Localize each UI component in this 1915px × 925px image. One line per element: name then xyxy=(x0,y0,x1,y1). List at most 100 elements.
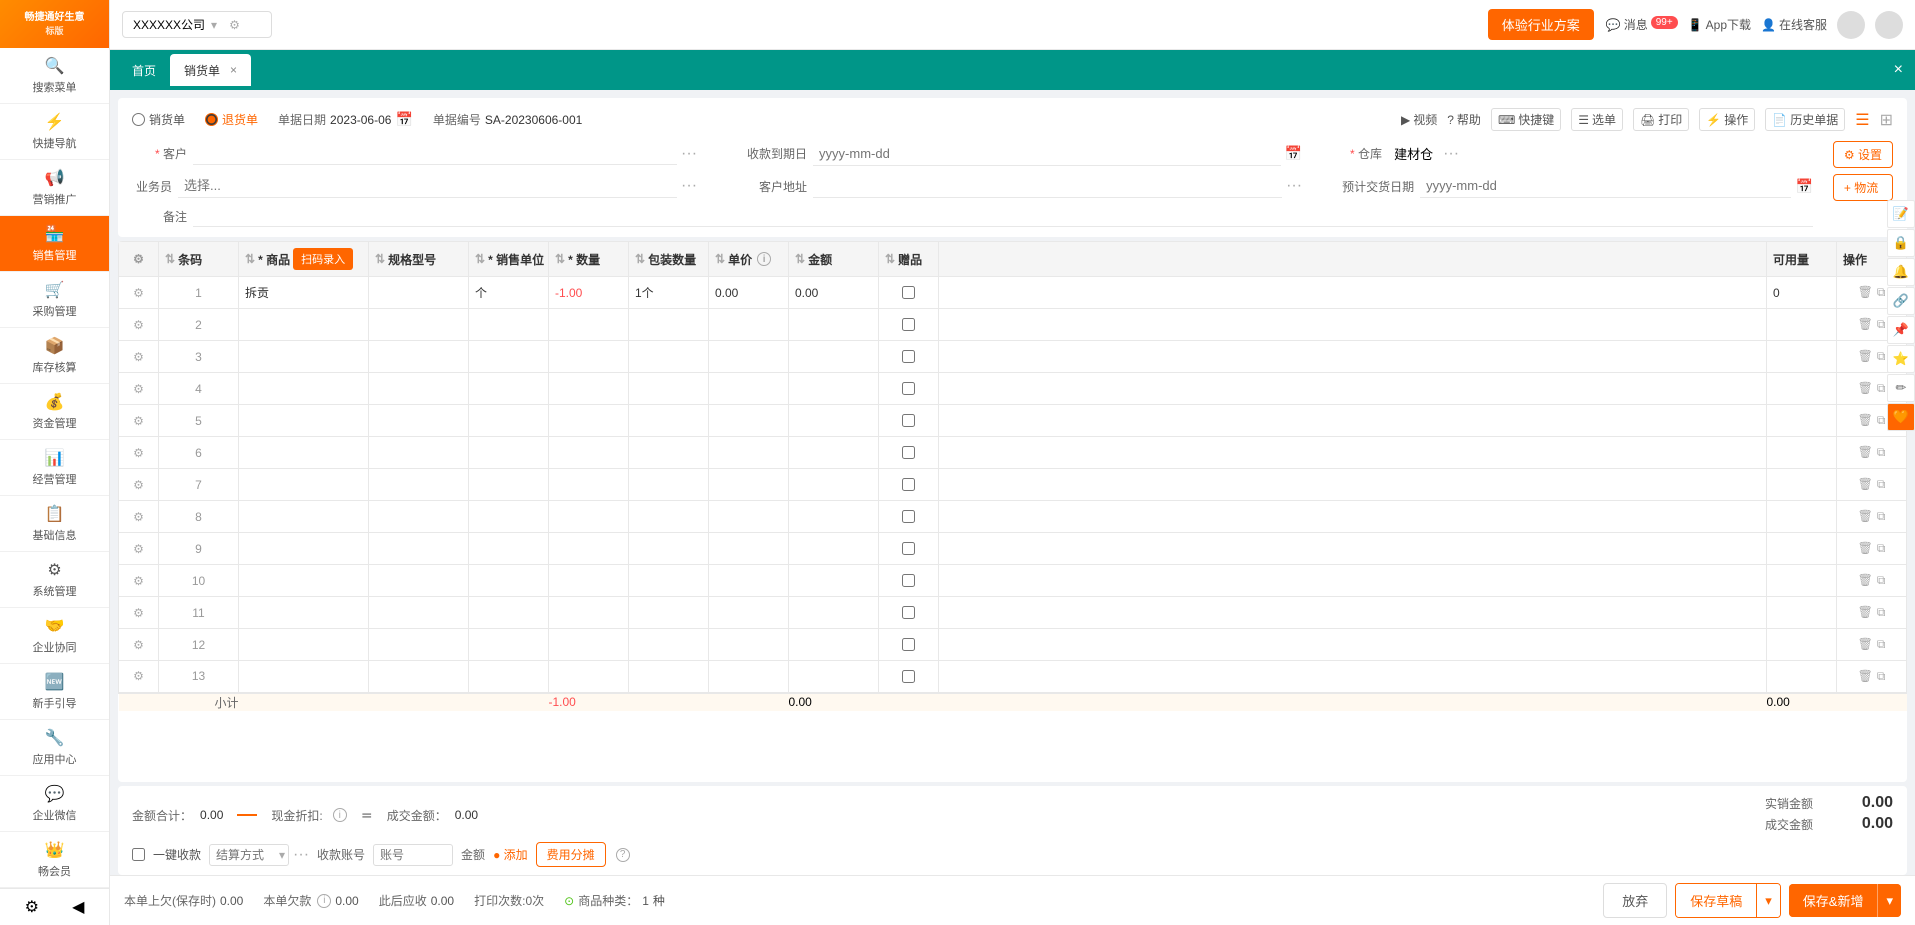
row-spec[interactable] xyxy=(369,341,469,373)
video-link[interactable]: ▶ 视频 xyxy=(1401,111,1437,128)
fee-info-icon[interactable]: ? xyxy=(616,848,630,862)
gift-checkbox[interactable] xyxy=(902,670,915,683)
row-unit[interactable] xyxy=(469,341,549,373)
payment-method-dropdown[interactable]: ▾ xyxy=(279,848,285,862)
row-delete-icon[interactable]: 🗑 xyxy=(1858,349,1873,364)
sidebar-settings-icon[interactable]: ⚙ xyxy=(25,897,39,917)
row-gift[interactable] xyxy=(879,597,939,629)
row-spec[interactable] xyxy=(369,597,469,629)
sidebar-item-inventory[interactable]: 📦库存核算 xyxy=(0,328,109,384)
row-amount[interactable] xyxy=(789,533,879,565)
operate-btn[interactable]: ⚡ 操作 xyxy=(1699,108,1755,131)
row-price[interactable] xyxy=(709,501,789,533)
row-qty[interactable] xyxy=(549,565,629,597)
row-copy-icon[interactable]: ⧉ xyxy=(1877,413,1886,428)
sidebar-item-operations[interactable]: 📊经营管理 xyxy=(0,440,109,496)
scan-button[interactable]: 扫码录入 xyxy=(293,248,353,270)
row-spec[interactable] xyxy=(369,405,469,437)
row-copy-icon[interactable]: ⧉ xyxy=(1877,445,1886,460)
row-remark[interactable] xyxy=(939,501,1767,533)
gift-checkbox[interactable] xyxy=(902,606,915,619)
float-item-3[interactable]: 🔔 xyxy=(1887,258,1915,286)
row-pkg[interactable] xyxy=(629,501,709,533)
row-qty[interactable] xyxy=(549,661,629,693)
row-product[interactable] xyxy=(239,597,369,629)
row-price[interactable] xyxy=(709,437,789,469)
tab-home[interactable]: 首页 xyxy=(118,54,170,86)
sidebar-item-wechat[interactable]: 💬企业微信 xyxy=(0,776,109,832)
message-link[interactable]: 💬 消息 99+ xyxy=(1606,16,1678,33)
shortcut-btn[interactable]: ⌨ 快捷键 xyxy=(1491,108,1561,131)
row-unit[interactable] xyxy=(469,629,549,661)
row-remark[interactable] xyxy=(939,629,1767,661)
row-product[interactable] xyxy=(239,373,369,405)
row-gift[interactable] xyxy=(879,373,939,405)
row-qty[interactable] xyxy=(549,629,629,661)
discount-info-icon[interactable]: i xyxy=(333,808,347,822)
price-info-icon[interactable]: i xyxy=(757,252,771,266)
delivery-date-input[interactable] xyxy=(1420,174,1791,198)
radio-sales-order[interactable]: 销货单 xyxy=(132,111,185,128)
row-pkg[interactable]: 1个 xyxy=(629,277,709,309)
sidebar-item-collab[interactable]: 🤝企业协同 xyxy=(0,608,109,664)
row-spec[interactable] xyxy=(369,309,469,341)
row-price[interactable] xyxy=(709,373,789,405)
row-product[interactable] xyxy=(239,533,369,565)
customer-input[interactable] xyxy=(193,143,677,165)
row-product[interactable] xyxy=(239,469,369,501)
row-amount[interactable] xyxy=(789,565,879,597)
history-btn[interactable]: 📄 历史单据 xyxy=(1765,108,1845,131)
customer-addr-input[interactable] xyxy=(813,174,1282,198)
customer-more-icon[interactable]: ··· xyxy=(681,145,697,163)
row-price[interactable] xyxy=(709,565,789,597)
row-remark[interactable] xyxy=(939,469,1767,501)
row-qty[interactable] xyxy=(549,437,629,469)
gift-checkbox[interactable] xyxy=(902,638,915,651)
row-unit[interactable] xyxy=(469,597,549,629)
row-remark[interactable] xyxy=(939,277,1767,309)
row-spec[interactable] xyxy=(369,469,469,501)
payment-cal-icon[interactable]: 📅 xyxy=(1285,145,1302,162)
row-product[interactable] xyxy=(239,629,369,661)
row-pkg[interactable] xyxy=(629,373,709,405)
row-copy-icon[interactable]: ⧉ xyxy=(1877,285,1886,300)
company-selector[interactable]: XXXXXX公司 ▾ ⚙ xyxy=(122,11,272,38)
row-gift[interactable] xyxy=(879,565,939,597)
row-price[interactable]: 0.00 xyxy=(709,277,789,309)
row-unit[interactable] xyxy=(469,533,549,565)
row-pkg[interactable] xyxy=(629,565,709,597)
sidebar-item-system[interactable]: ⚙系统管理 xyxy=(0,552,109,608)
user-avatar2[interactable] xyxy=(1875,11,1903,39)
sidebar-item-basics[interactable]: 📋基础信息 xyxy=(0,496,109,552)
discard-button[interactable]: 放弃 xyxy=(1603,883,1667,918)
save-draft-button[interactable]: 保存草稿 xyxy=(1676,884,1756,917)
row-remark[interactable] xyxy=(939,341,1767,373)
customer-addr-more-icon[interactable]: ··· xyxy=(1286,177,1302,195)
row-gift[interactable] xyxy=(879,501,939,533)
gift-checkbox[interactable] xyxy=(902,542,915,555)
row-pkg[interactable] xyxy=(629,437,709,469)
gift-checkbox[interactable] xyxy=(902,286,915,299)
row-copy-icon[interactable]: ⧉ xyxy=(1877,637,1886,652)
row-delete-icon[interactable]: 🗑 xyxy=(1858,605,1873,620)
row-pkg[interactable] xyxy=(629,309,709,341)
save-new-button[interactable]: 保存&新增 xyxy=(1789,884,1878,917)
table-scroll-container[interactable]: ⚙ ⇅条码 ⇅ * 商品 扫码录入 ⇅规格型号 ⇅* 销售单位 xyxy=(118,241,1907,782)
salesperson-input[interactable] xyxy=(178,174,677,198)
float-item-7[interactable]: ✏ xyxy=(1887,374,1915,402)
float-item-1[interactable]: 📝 xyxy=(1887,200,1915,228)
row-gift[interactable] xyxy=(879,629,939,661)
experience-button[interactable]: 体验行业方案 xyxy=(1488,9,1594,40)
row-gift[interactable] xyxy=(879,309,939,341)
row-gift[interactable] xyxy=(879,437,939,469)
gift-checkbox[interactable] xyxy=(902,382,915,395)
row-product[interactable]: 拆贡 xyxy=(239,277,369,309)
row-spec[interactable] xyxy=(369,373,469,405)
row-price[interactable] xyxy=(709,469,789,501)
row-remark[interactable] xyxy=(939,661,1767,693)
row-unit[interactable]: 个 xyxy=(469,277,549,309)
row-remark[interactable] xyxy=(939,597,1767,629)
row-unit[interactable] xyxy=(469,661,549,693)
row-gift[interactable] xyxy=(879,341,939,373)
row-price[interactable] xyxy=(709,309,789,341)
